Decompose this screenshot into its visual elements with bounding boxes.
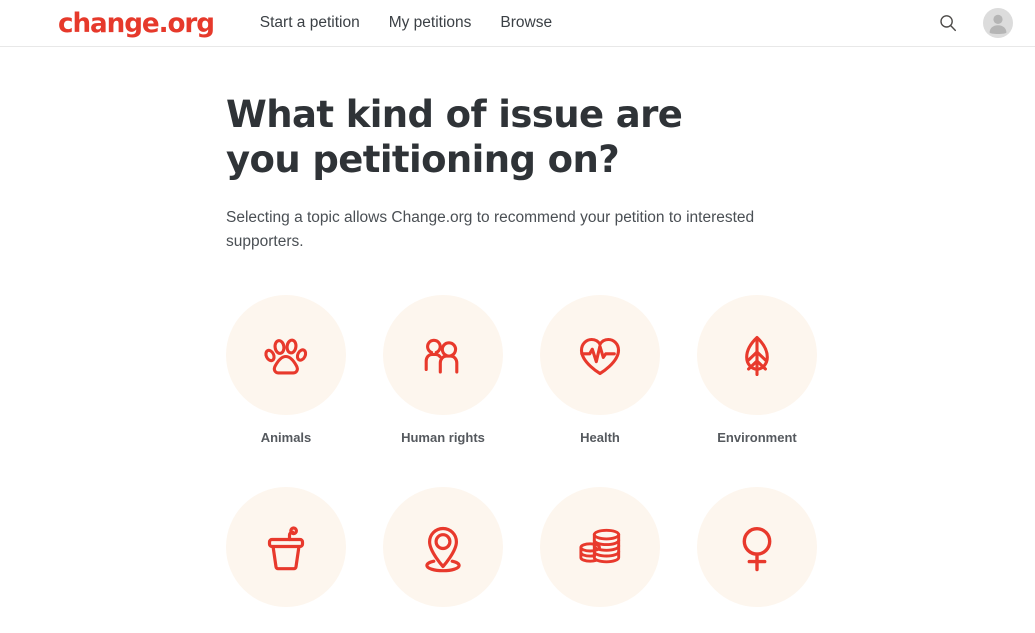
main-content: What kind of issue are you petitioning o… <box>0 92 1035 623</box>
category-grid: Animals Human rights Health Environment <box>226 295 1035 623</box>
page-title: What kind of issue are you petitioning o… <box>226 93 683 182</box>
leaf-icon <box>745 336 769 377</box>
nav-browse[interactable]: Browse <box>500 15 552 31</box>
category-label: Animals <box>260 430 312 446</box>
change-org-logo[interactable]: change.org <box>58 10 215 37</box>
paw-print-icon <box>264 338 308 375</box>
search-icon <box>940 15 956 32</box>
category-icon-wrapper <box>226 487 346 608</box>
venus-symbol-icon <box>742 527 772 572</box>
category-icon-wrapper <box>697 295 817 416</box>
category-economic-justice[interactable] <box>540 487 660 623</box>
category-icon-wrapper <box>226 295 346 416</box>
category-womens-rights[interactable] <box>697 487 817 623</box>
coin-stack-icon <box>579 529 621 564</box>
user-avatar-icon <box>989 14 1007 35</box>
category-icon-wrapper <box>540 487 660 608</box>
user-avatar[interactable] <box>983 8 1013 38</box>
category-icon-wrapper <box>697 487 817 608</box>
category-human-rights[interactable]: Human rights <box>383 295 503 444</box>
category-food[interactable] <box>226 487 346 623</box>
category-animals[interactable]: Animals <box>226 295 346 444</box>
header-actions <box>935 8 1013 38</box>
category-label: Environment <box>717 430 797 446</box>
heart-pulse-icon <box>579 338 621 376</box>
main-navigation: Start a petition My petitions Browse <box>260 15 552 31</box>
category-icon-wrapper <box>540 295 660 416</box>
nav-start-a-petition[interactable]: Start a petition <box>260 15 360 31</box>
two-people-icon <box>424 339 459 374</box>
site-header: change.org Start a petition My petitions… <box>0 0 1035 47</box>
page-subtitle: Selecting a topic allows Change.org to r… <box>226 209 755 251</box>
category-health[interactable]: Health <box>540 295 660 444</box>
category-local[interactable] <box>383 487 503 623</box>
category-label: Human rights <box>401 430 485 446</box>
category-icon-wrapper <box>383 295 503 416</box>
nav-my-petitions[interactable]: My petitions <box>389 15 472 31</box>
category-label: Health <box>580 430 620 446</box>
category-environment[interactable]: Environment <box>697 295 817 444</box>
search-button[interactable] <box>935 10 961 36</box>
drink-cup-icon <box>267 526 305 571</box>
map-pin-icon <box>425 527 461 573</box>
category-icon-wrapper <box>383 487 503 608</box>
